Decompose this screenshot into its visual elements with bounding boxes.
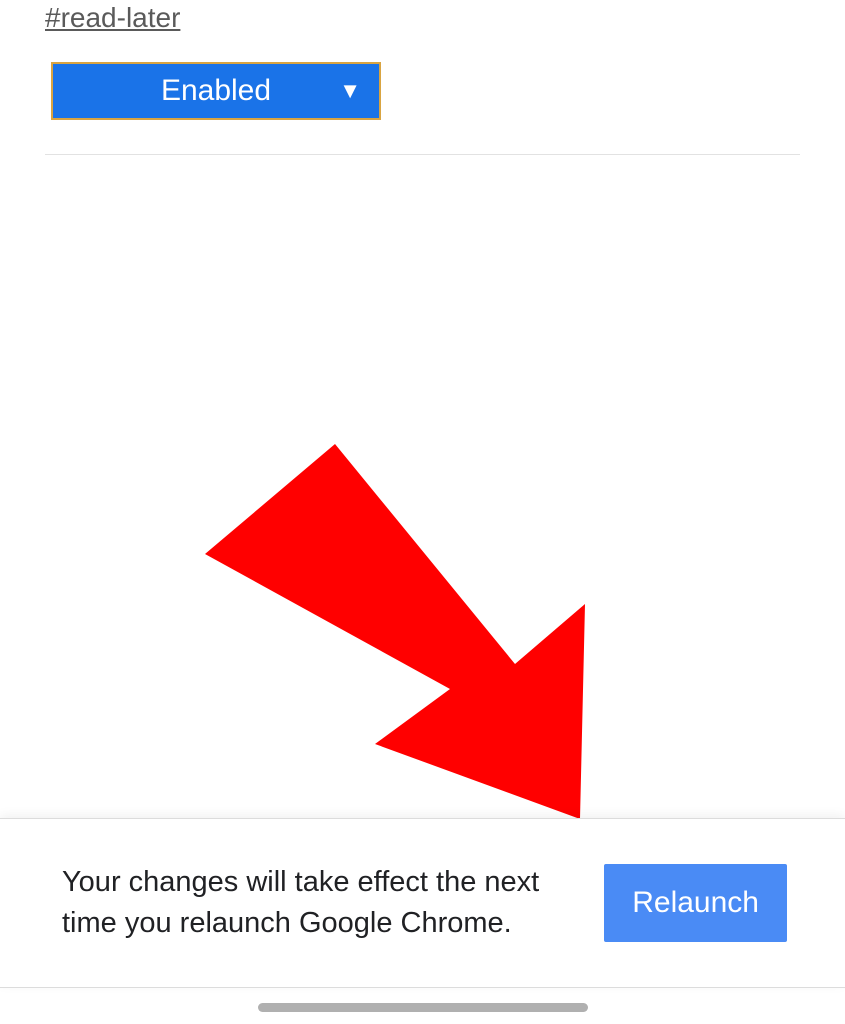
flag-state-dropdown[interactable]: Enabled ▼: [51, 62, 381, 120]
relaunch-notice-bar: Your changes will take effect the next t…: [0, 818, 845, 988]
relaunch-button[interactable]: Relaunch: [604, 864, 787, 942]
section-divider: [45, 154, 800, 155]
annotation-arrow-icon: [205, 444, 615, 824]
relaunch-message: Your changes will take effect the next t…: [62, 862, 562, 943]
chevron-down-icon: ▼: [339, 78, 361, 104]
flag-anchor-link[interactable]: #read-later: [45, 2, 180, 34]
flags-content: #read-later Enabled ▼: [0, 0, 845, 155]
dropdown-selected-value: Enabled: [161, 74, 271, 108]
home-indicator: [258, 1003, 588, 1012]
